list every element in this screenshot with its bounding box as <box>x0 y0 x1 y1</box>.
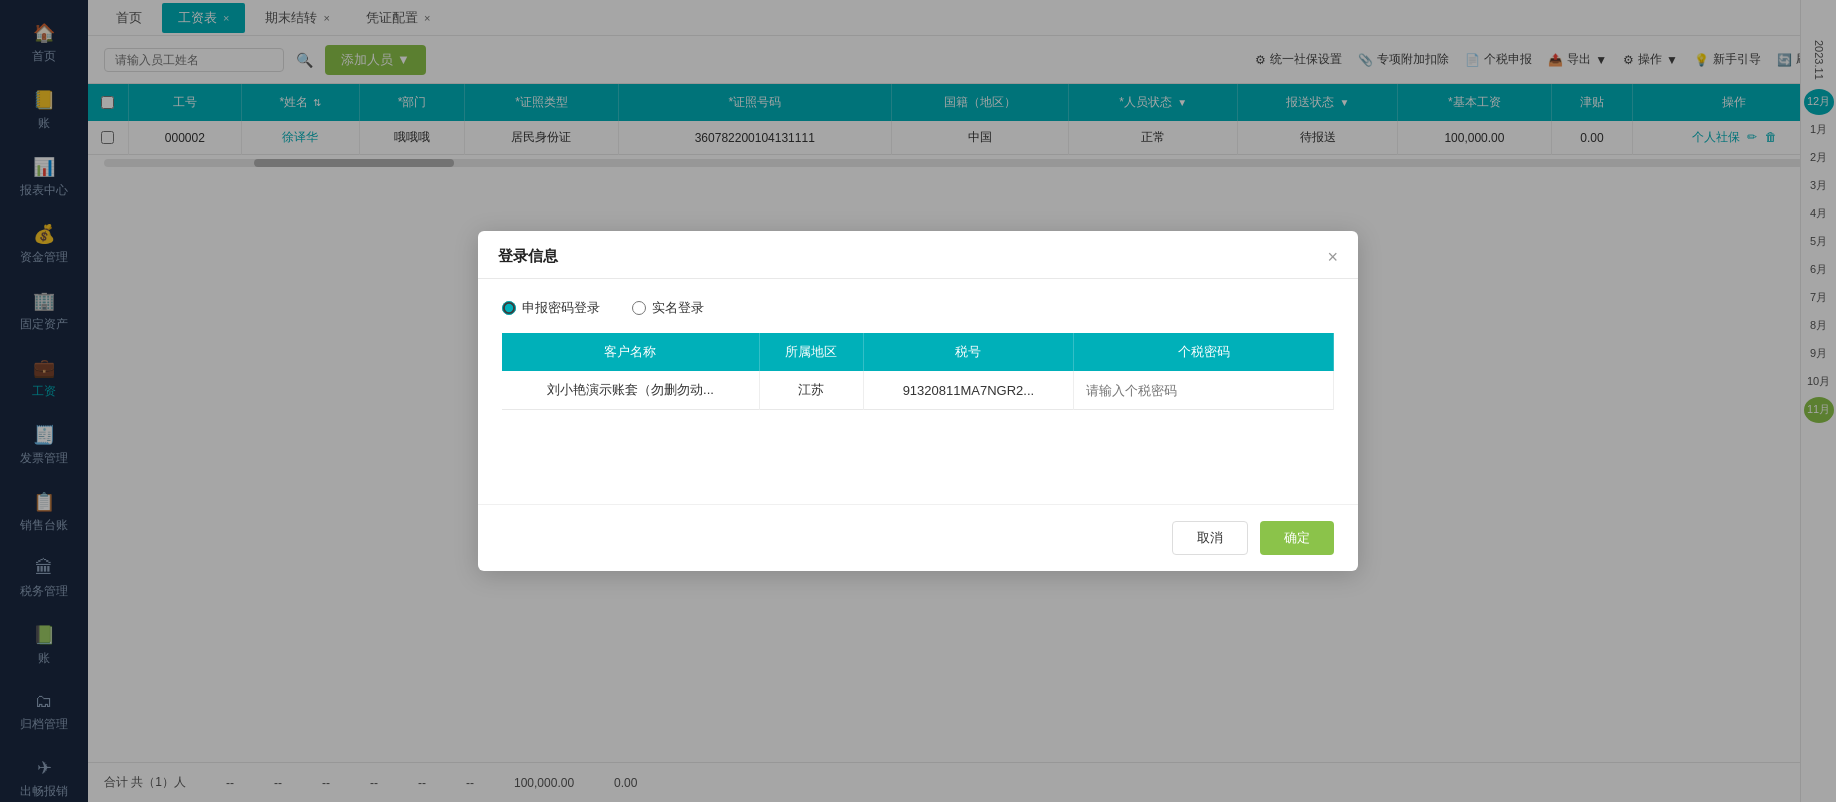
confirm-button[interactable]: 确定 <box>1260 521 1334 555</box>
inner-col-client-name: 客户名称 <box>502 333 759 371</box>
modal-overlay: 登录信息 × 申报密码登录 实名登录 客户名称 <box>0 0 1836 802</box>
modal-body: 申报密码登录 实名登录 客户名称 所属地区 <box>478 279 1358 504</box>
inner-row-region: 江苏 <box>759 371 863 410</box>
radio-password-login[interactable]: 申报密码登录 <box>502 299 600 317</box>
radio-realname-login[interactable]: 实名登录 <box>632 299 704 317</box>
inner-row-client-name: 刘小艳演示账套（勿删勿动... <box>502 371 759 410</box>
inner-col-region: 所属地区 <box>759 333 863 371</box>
modal-header: 登录信息 × <box>478 231 1358 279</box>
cancel-button[interactable]: 取消 <box>1172 521 1248 555</box>
inner-col-tax-id: 税号 <box>863 333 1074 371</box>
modal-footer: 取消 确定 <box>478 504 1358 571</box>
login-client-table: 客户名称 所属地区 税号 个税密码 <box>502 333 1334 410</box>
tax-password-input[interactable] <box>1086 383 1321 398</box>
radio-password-input[interactable] <box>502 301 516 315</box>
login-info-modal: 登录信息 × 申报密码登录 实名登录 客户名称 <box>478 231 1358 571</box>
login-type-radio-group: 申报密码登录 实名登录 <box>502 299 1334 317</box>
modal-title: 登录信息 <box>498 247 558 266</box>
inner-col-password: 个税密码 <box>1074 333 1334 371</box>
radio-realname-input[interactable] <box>632 301 646 315</box>
inner-row-password-cell[interactable] <box>1074 371 1334 410</box>
inner-row-tax-id: 91320811MA7NGR2... <box>863 371 1074 410</box>
modal-close-button[interactable]: × <box>1327 248 1338 266</box>
inner-table-row: 刘小艳演示账套（勿删勿动... 江苏 91320811MA7NGR2... <box>502 371 1334 410</box>
